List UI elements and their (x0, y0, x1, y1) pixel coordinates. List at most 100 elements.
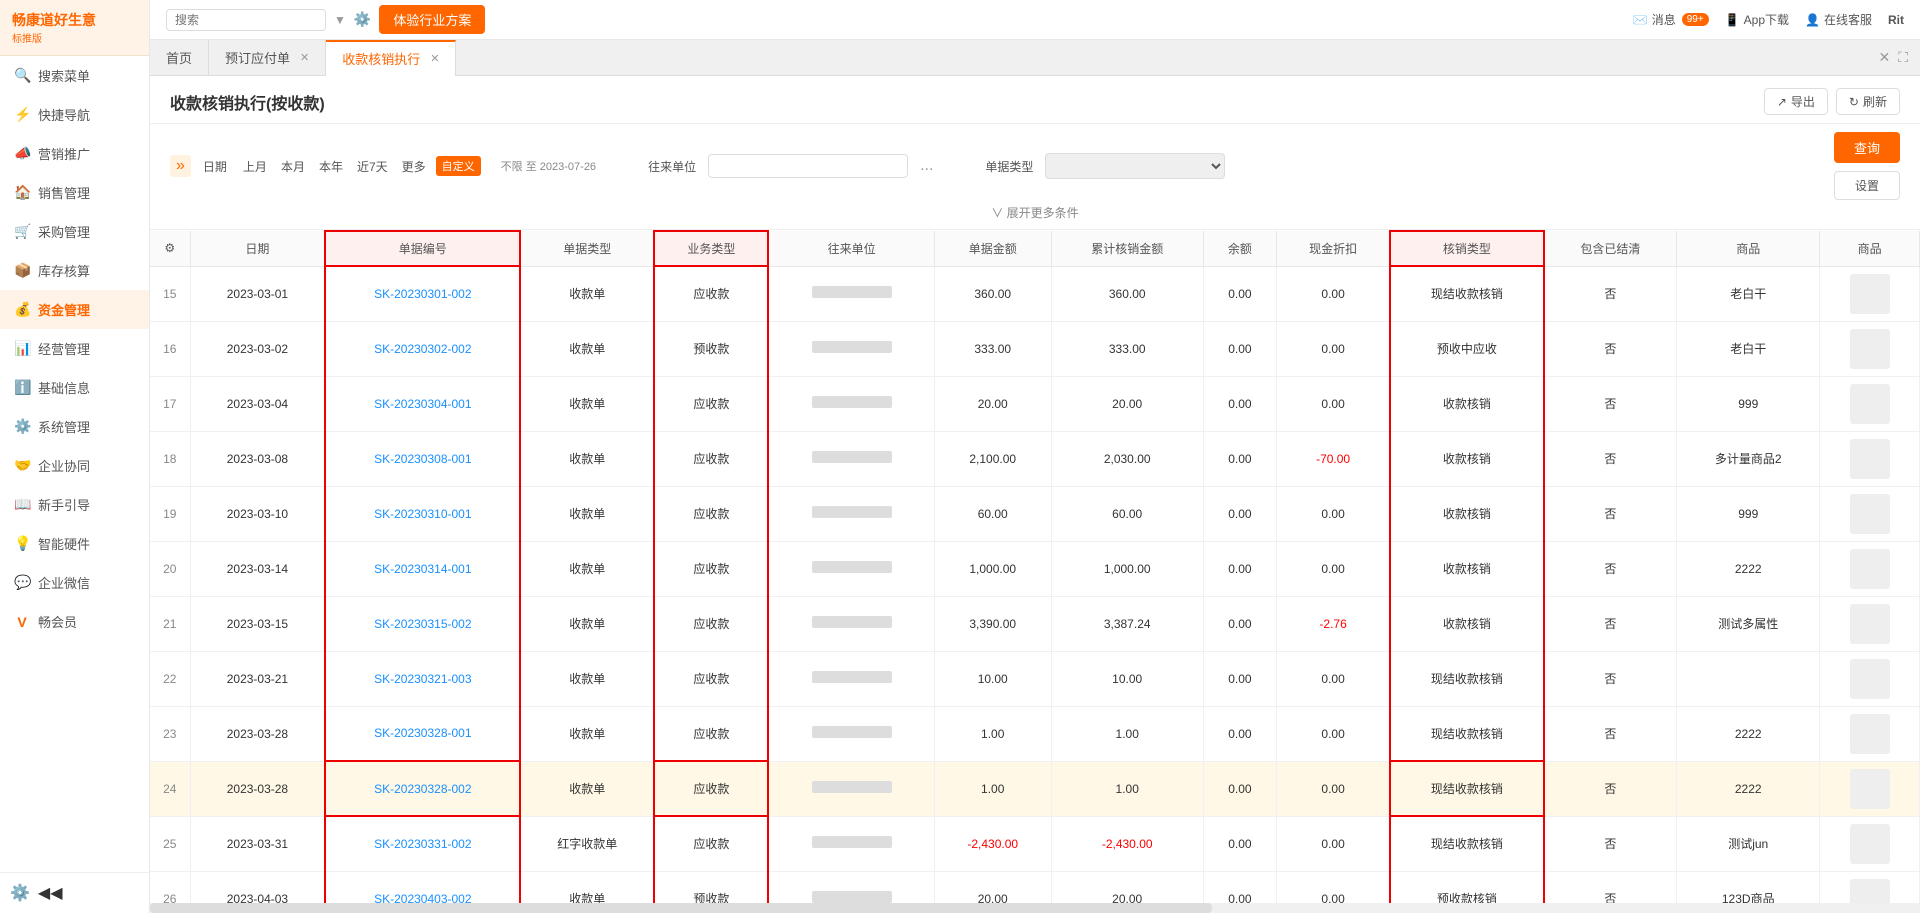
sidebar-item-vip-label: 畅会员 (38, 612, 77, 631)
setting-button[interactable]: 设置 (1834, 171, 1900, 200)
export-button[interactable]: ↗ 导出 (1764, 88, 1828, 115)
cell-verify-type: 收款核销 (1390, 431, 1543, 486)
bill-type-select[interactable] (1045, 153, 1225, 179)
sidebar-item-basic[interactable]: ℹ️ 基础信息 (0, 368, 149, 407)
bill-no-link[interactable]: SK-20230310-001 (374, 507, 471, 521)
bill-type-filter-label: 单据类型 (985, 158, 1033, 175)
cell-bill-no[interactable]: SK-20230304-001 (325, 376, 520, 431)
tab-collection[interactable]: 收款核销执行 ✕ (326, 40, 456, 76)
bill-no-link[interactable]: SK-20230321-003 (374, 672, 471, 686)
cell-accumulated: 1.00 (1051, 706, 1203, 761)
bill-no-link[interactable]: SK-20230331-002 (374, 837, 471, 851)
cell-bill-no[interactable]: SK-20230403-002 (325, 871, 520, 903)
cell-product1: 2222 (1677, 541, 1820, 596)
cell-no: 19 (150, 486, 190, 541)
cell-discount: 0.00 (1277, 541, 1390, 596)
settings-icon[interactable]: ⚙️ (10, 883, 30, 903)
bill-no-link[interactable]: SK-20230328-002 (374, 782, 471, 796)
wechat-icon: 💬 (14, 574, 30, 591)
cell-bill-no[interactable]: SK-20230301-002 (325, 266, 520, 321)
date-filter-label: 日期 (203, 158, 227, 175)
tab-maximize-icon[interactable]: ⛶ (1898, 49, 1908, 66)
cell-included: 否 (1544, 431, 1677, 486)
cell-included: 否 (1544, 706, 1677, 761)
date-last-month-btn[interactable]: 上月 (239, 156, 271, 177)
tab-prepay[interactable]: 预订应付单 ✕ (209, 40, 326, 76)
tab-close-btn[interactable]: ✕ (1878, 49, 1890, 66)
cell-bill-no[interactable]: SK-20230302-002 (325, 321, 520, 376)
cell-bill-no[interactable]: SK-20230315-002 (325, 596, 520, 651)
cell-discount: -70.00 (1277, 431, 1390, 486)
sidebar-logo-sub: 标推版 (12, 30, 137, 45)
sidebar-item-sales[interactable]: 🏠 销售管理 (0, 173, 149, 212)
cell-bill-type: 收款单 (520, 651, 654, 706)
cell-bill-no[interactable]: SK-20230321-003 (325, 651, 520, 706)
bill-no-link[interactable]: SK-20230304-001 (374, 397, 471, 411)
cell-bill-no[interactable]: SK-20230331-002 (325, 816, 520, 871)
cell-bill-no[interactable]: SK-20230314-001 (325, 541, 520, 596)
cell-no: 24 (150, 761, 190, 816)
cell-product2 (1820, 486, 1920, 541)
table-scroll-bar[interactable] (150, 903, 1920, 913)
sidebar-item-system[interactable]: ⚙️ 系统管理 (0, 407, 149, 446)
cell-no: 18 (150, 431, 190, 486)
sidebar-item-marketing[interactable]: 📣 营销推广 (0, 134, 149, 173)
cell-bill-no[interactable]: SK-20230308-001 (325, 431, 520, 486)
cell-bill-no[interactable]: SK-20230310-001 (325, 486, 520, 541)
sidebar-item-search[interactable]: 🔍 搜索菜单 (0, 56, 149, 95)
cell-amount: 1.00 (934, 706, 1051, 761)
bill-no-link[interactable]: SK-20230308-001 (374, 452, 471, 466)
collapse-icon[interactable]: ◀◀ (38, 883, 63, 903)
expand-conditions-btn[interactable]: ∨ 展开更多条件 (991, 204, 1078, 221)
bill-no-link[interactable]: SK-20230403-002 (374, 892, 471, 904)
sidebar-item-search-label: 搜索菜单 (38, 66, 90, 85)
user-button[interactable]: Rit (1888, 13, 1904, 27)
refresh-label: 刷新 (1863, 93, 1887, 110)
cell-amount: -2,430.00 (934, 816, 1051, 871)
tab-home[interactable]: 首页 (150, 40, 209, 76)
cell-product2 (1820, 541, 1920, 596)
sidebar-item-purchase[interactable]: 🛒 采购管理 (0, 212, 149, 251)
tab-prepay-close-icon[interactable]: ✕ (300, 51, 309, 64)
sidebar-item-quicknav[interactable]: ⚡ 快捷导航 (0, 95, 149, 134)
cell-balance: 0.00 (1203, 651, 1276, 706)
sidebar-item-hardware[interactable]: 💡 智能硬件 (0, 524, 149, 563)
sidebar-item-guide[interactable]: 📖 新手引导 (0, 485, 149, 524)
refresh-button[interactable]: ↻ 刷新 (1836, 88, 1900, 115)
date-this-month-btn[interactable]: 本月 (277, 156, 309, 177)
cell-date: 2023-03-10 (190, 486, 325, 541)
sidebar-item-vip[interactable]: V 畅会员 (0, 602, 149, 641)
sidebar-item-wechat[interactable]: 💬 企业微信 (0, 563, 149, 602)
dropdown-arrow-icon[interactable]: ▼ (334, 13, 346, 27)
top-bar-search-input[interactable] (166, 9, 326, 31)
bill-no-link[interactable]: SK-20230314-001 (374, 562, 471, 576)
col-settings[interactable]: ⚙ (150, 231, 190, 266)
bill-no-link[interactable]: SK-20230328-001 (374, 726, 471, 740)
app-download-button[interactable]: 📱 App下载 (1725, 11, 1789, 28)
solution-button[interactable]: 体验行业方案 (379, 5, 485, 34)
sidebar-item-operations[interactable]: 📊 经营管理 (0, 329, 149, 368)
sidebar-item-inventory[interactable]: 📦 库存核算 (0, 251, 149, 290)
query-button[interactable]: 查询 (1834, 132, 1900, 163)
table-row: 252023-03-31SK-20230331-002红字收款单应收款-2,43… (150, 816, 1920, 871)
sidebar-item-collab[interactable]: 🤝 企业协同 (0, 446, 149, 485)
service-button[interactable]: 👤 在线客服 (1805, 11, 1872, 28)
bill-no-link[interactable]: SK-20230302-002 (374, 342, 471, 356)
tab-collection-close-icon[interactable]: ✕ (430, 52, 439, 65)
message-button[interactable]: ✉️ 消息 99+ (1633, 11, 1709, 28)
date-this-year-btn[interactable]: 本年 (315, 156, 347, 177)
sidebar-item-finance[interactable]: 💰 资金管理 (0, 290, 149, 329)
cell-verify-type: 现结收款核销 (1390, 266, 1543, 321)
col-partner: 往来单位 (768, 231, 934, 266)
filter-expand-icon[interactable]: » (170, 155, 191, 177)
cell-bill-no[interactable]: SK-20230328-001 (325, 706, 520, 761)
sidebar-item-finance-label: 资金管理 (38, 300, 90, 319)
gear-icon[interactable]: ⚙️ (354, 11, 371, 28)
cell-bill-no[interactable]: SK-20230328-002 (325, 761, 520, 816)
date-custom-btn[interactable]: 自定义 (436, 156, 481, 176)
bill-no-link[interactable]: SK-20230315-002 (374, 617, 471, 631)
date-more-btn[interactable]: 更多 (398, 156, 430, 177)
date-7days-btn[interactable]: 近7天 (353, 156, 392, 177)
bill-no-link[interactable]: SK-20230301-002 (374, 287, 471, 301)
partner-filter-input[interactable] (708, 154, 908, 178)
